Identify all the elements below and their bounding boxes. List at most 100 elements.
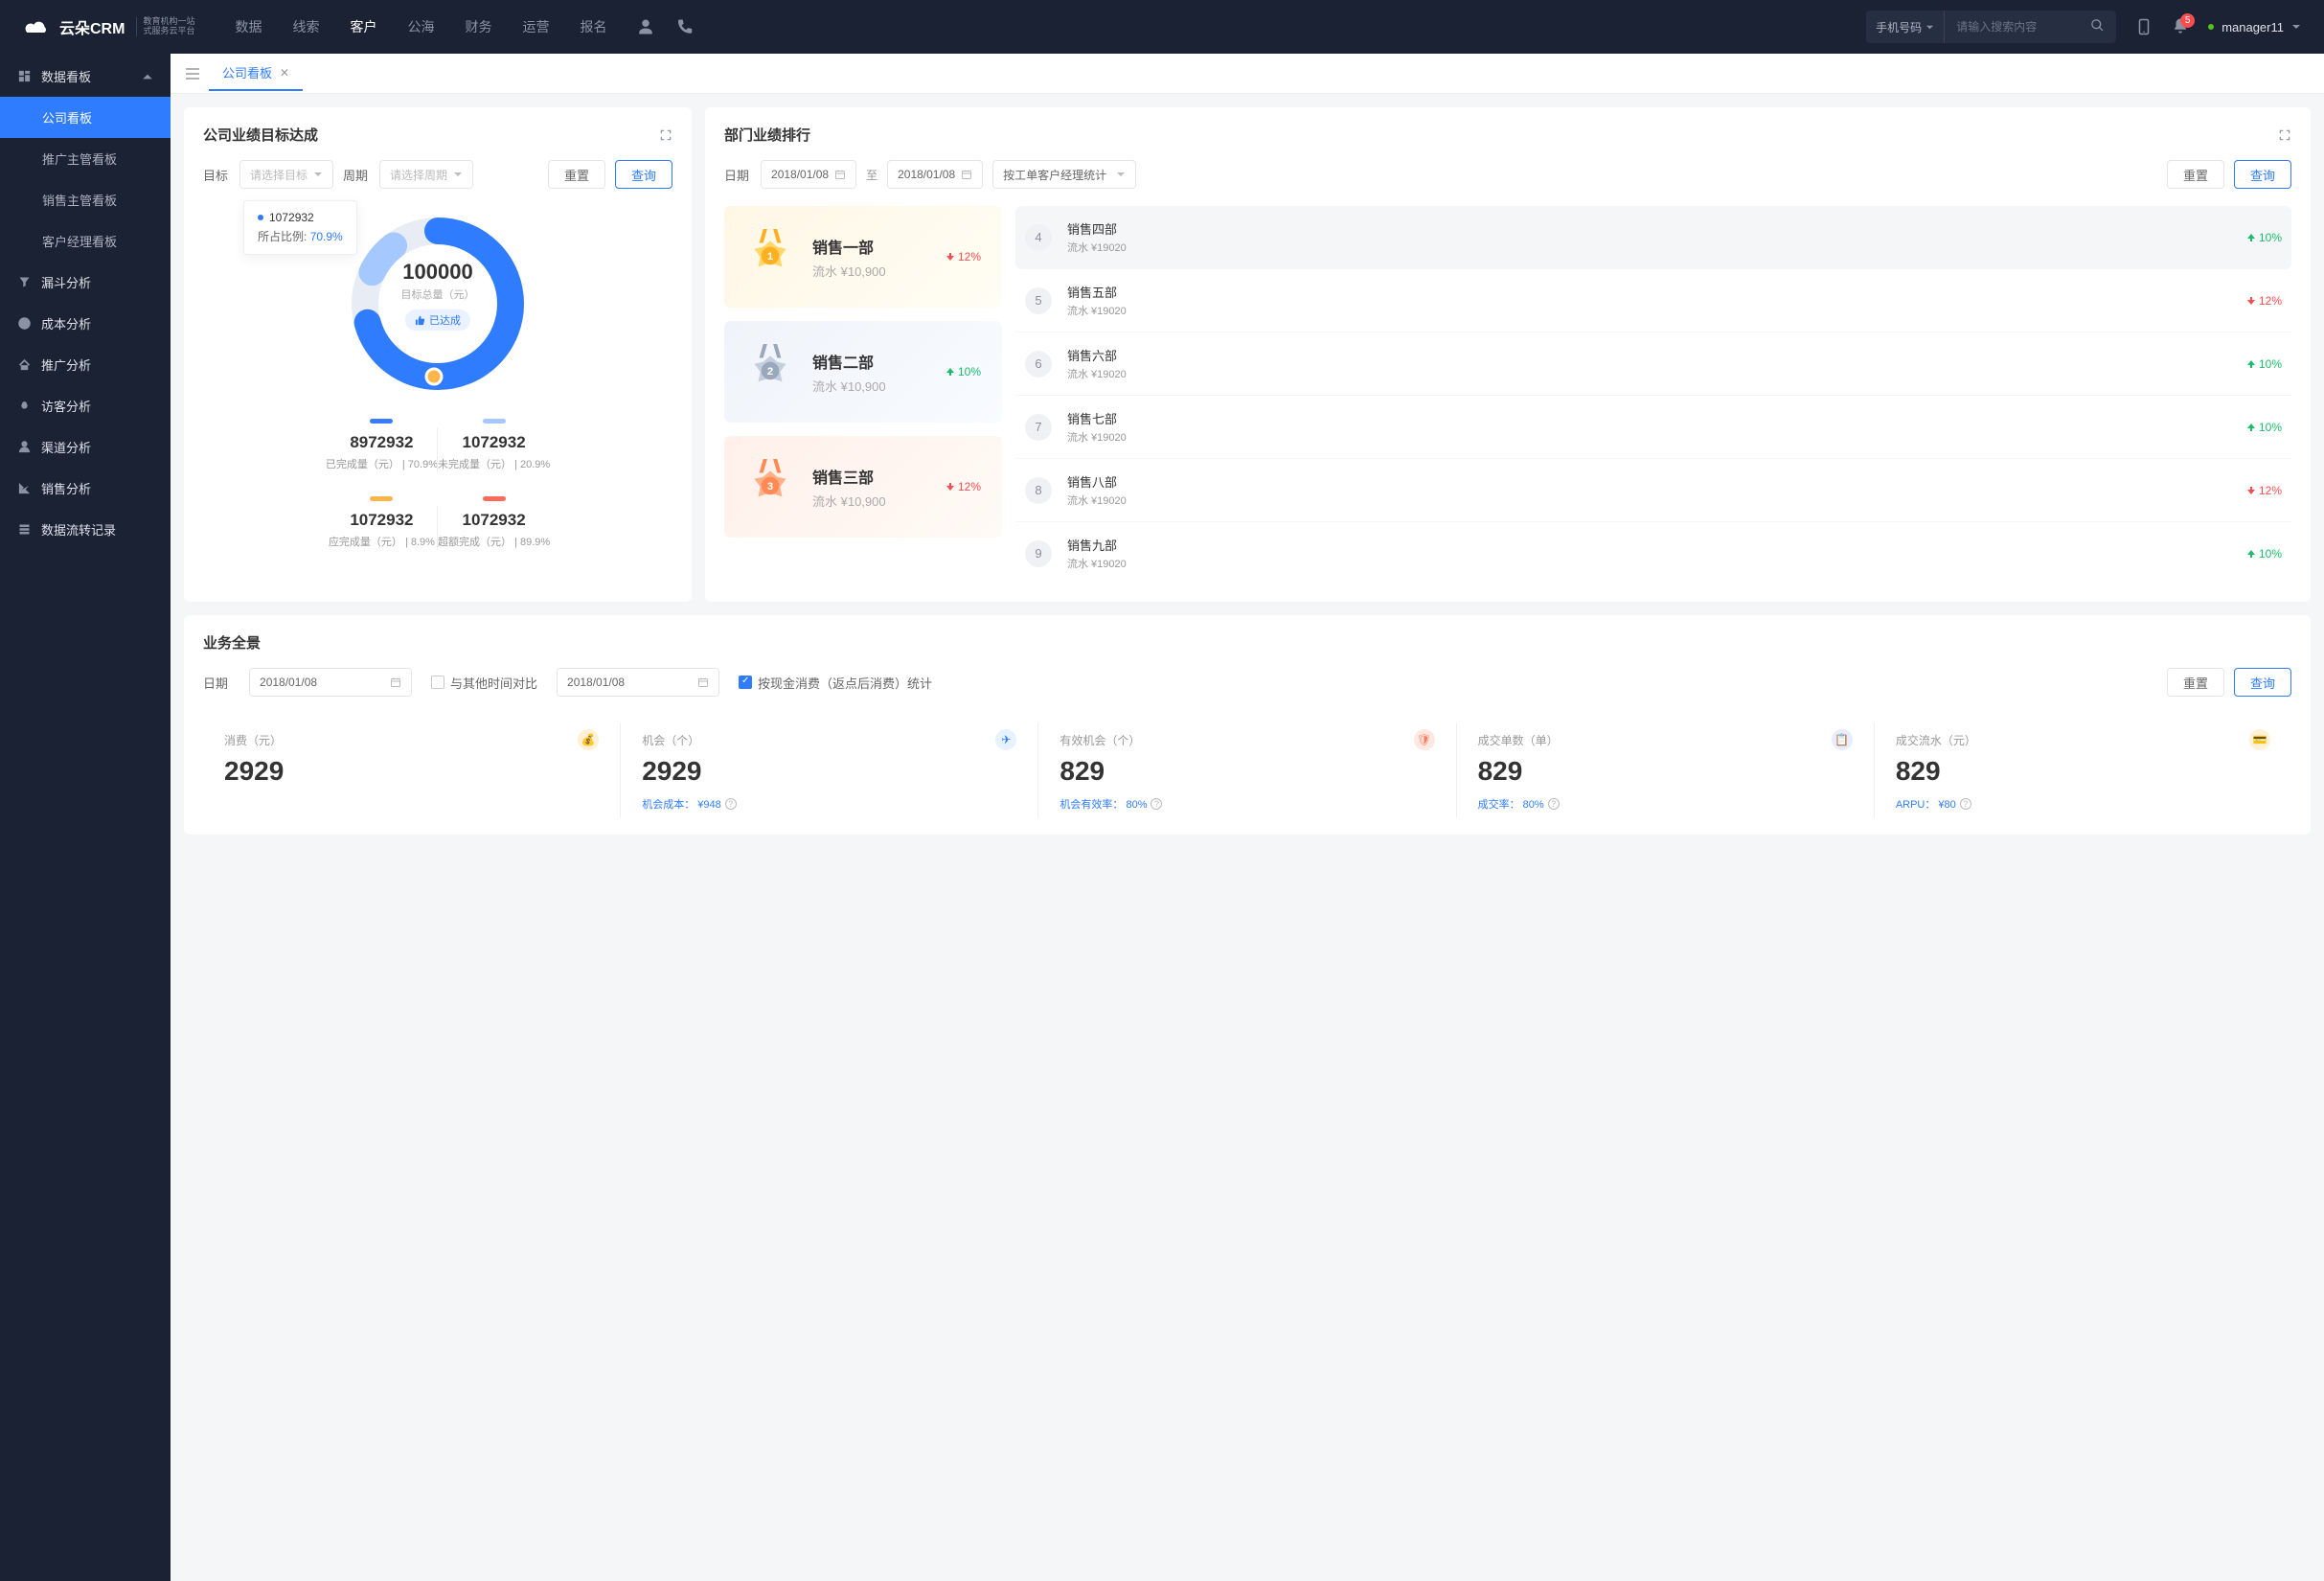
query-button[interactable]: 查询 [2234, 160, 2291, 189]
rank-row[interactable]: 8销售八部流水 ¥1902012% [1015, 459, 2291, 522]
stat-value: 829 [1896, 756, 2270, 787]
period-select[interactable]: 请选择周期 [379, 160, 473, 189]
rank-row[interactable]: 9销售九部流水 ¥1902010% [1015, 522, 2291, 584]
query-button[interactable]: 查询 [2234, 668, 2291, 697]
overview-date1[interactable]: 2018/01/08 [249, 668, 412, 697]
stat-value: 2929 [642, 756, 1016, 787]
overview-stat: 成交单数（单）📋829成交率： 80%? [1457, 723, 1875, 817]
stat-icon: 💳 [2249, 729, 2270, 750]
medal-icon: 1 [745, 229, 795, 285]
nav-item[interactable]: 数据 [233, 11, 263, 42]
stat-by-select[interactable]: 按工单客户经理统计 [992, 160, 1136, 189]
sidebar-item[interactable]: 成本分析 [0, 303, 171, 344]
help-icon[interactable]: ? [1960, 798, 1971, 810]
rank-number: 9 [1025, 540, 1052, 567]
sidebar-item[interactable]: 推广主管看板 [0, 138, 171, 179]
rank-body: 1销售一部流水 ¥10,90012% 2销售二部流水 ¥10,90010% 3销售三… [724, 206, 2291, 584]
rank-number: 7 [1025, 414, 1052, 441]
stat-icon: 🛡 [1414, 729, 1435, 750]
sidebar-item[interactable]: 渠道分析 [0, 426, 171, 468]
overview-stats: 消费（元）💰2929机会（个）✈2929机会成本： ¥948?有效机会（个）🛡8… [203, 723, 2291, 817]
expand-icon[interactable] [2278, 128, 2291, 142]
nav-item[interactable]: 报名 [578, 11, 608, 42]
thumbs-up-icon [415, 315, 425, 326]
donut-center: 100000 目标总量（元） 已达成 [401, 260, 475, 331]
top-header: 云朵CRM 教育机构一站 式服务云平台 数据线索客户公海财务运营报名 手机号码 … [0, 0, 2324, 54]
rank-top-item[interactable]: 3销售三部流水 ¥10,90012% [724, 436, 1002, 538]
rank-filters: 日期 2018/01/08 至 2018/01/08 按工单客户经理统计 [724, 160, 2291, 189]
sidebar-group-header[interactable]: 数据看板 [0, 56, 171, 97]
rank-row[interactable]: 7销售七部流水 ¥1902010% [1015, 396, 2291, 459]
nav-item[interactable]: 运营 [520, 11, 551, 42]
stat-label: 机会（个） [642, 732, 699, 748]
rank-top-item[interactable]: 2销售二部流水 ¥10,90010% [724, 321, 1002, 423]
date-from[interactable]: 2018/01/08 [761, 160, 856, 189]
rank-number: 4 [1025, 224, 1052, 251]
help-icon[interactable]: ? [1548, 798, 1560, 810]
nav-item[interactable]: 客户 [348, 11, 378, 42]
menu-item-icon [17, 357, 32, 372]
rank-row[interactable]: 4销售四部流水 ¥1902010% [1015, 206, 2291, 269]
chevron-down-icon [313, 170, 323, 179]
chevron-down-icon [1925, 23, 1934, 32]
rank-row[interactable]: 6销售六部流水 ¥1902010% [1015, 332, 2291, 396]
compare-checkbox[interactable]: 与其他时间对比 [431, 674, 537, 692]
reset-button[interactable]: 重置 [2167, 160, 2224, 189]
card-overview: 业务全景 日期 2018/01/08 与其他时间对比 2018/01/08 [184, 615, 2311, 835]
sidebar-item[interactable]: 公司看板 [0, 97, 171, 138]
checkbox-icon [739, 676, 752, 689]
stat-value: 829 [1059, 756, 1434, 787]
phone-icon[interactable] [675, 18, 693, 35]
search-button[interactable] [2079, 18, 2116, 35]
query-button[interactable]: 查询 [615, 160, 672, 189]
label-period: 周期 [343, 166, 368, 184]
notification-bell[interactable]: 5 [2172, 17, 2189, 37]
stat-icon: 💰 [578, 729, 599, 750]
sidebar-item[interactable]: 销售分析 [0, 468, 171, 509]
help-icon[interactable]: ? [725, 798, 737, 810]
label-target: 目标 [203, 166, 228, 184]
cash-checkbox[interactable]: 按现金消费（返点后消费）统计 [739, 674, 932, 692]
overview-filters: 日期 2018/01/08 与其他时间对比 2018/01/08 [203, 668, 2291, 697]
close-icon[interactable]: ✕ [280, 66, 289, 80]
search-type-select[interactable]: 手机号码 [1866, 11, 1945, 43]
nav-item[interactable]: 财务 [463, 11, 493, 42]
user-icon[interactable] [637, 18, 654, 35]
mobile-icon[interactable] [2135, 18, 2153, 35]
sidebar-item[interactable]: 访客分析 [0, 385, 171, 426]
sidebar-item[interactable]: 推广分析 [0, 344, 171, 385]
nav-item[interactable]: 线索 [290, 11, 321, 42]
nav-item[interactable]: 公海 [405, 11, 436, 42]
card-title: 业务全景 [203, 632, 261, 653]
rank-list: 4销售四部流水 ¥1902010%5销售五部流水 ¥1902012%6销售六部流… [1015, 206, 2291, 584]
sidebar-item[interactable]: 漏斗分析 [0, 262, 171, 303]
stat-item: 1072932应完成量（元） | 8.9% [326, 496, 438, 549]
logo[interactable]: 云朵CRM 教育机构一站 式服务云平台 [23, 15, 194, 38]
expand-icon[interactable] [659, 128, 672, 142]
rank-top-item[interactable]: 1销售一部流水 ¥10,90012% [724, 206, 1002, 308]
user-menu[interactable]: manager11 [2208, 20, 2301, 34]
stat-sub: 成交率： 80%? [1478, 796, 1853, 812]
sidebar-toggle[interactable] [180, 61, 205, 86]
stat-sub: 机会成本： ¥948? [642, 796, 1016, 812]
reset-button[interactable]: 重置 [548, 160, 605, 189]
logo-subtitle: 教育机构一站 式服务云平台 [136, 17, 194, 36]
sidebar-item[interactable]: 客户经理看板 [0, 220, 171, 262]
rank-row[interactable]: 5销售五部流水 ¥1902012% [1015, 269, 2291, 332]
stat-sub: ARPU： ¥80? [1896, 796, 2270, 812]
sidebar-group-dashboard: 数据看板 公司看板推广主管看板销售主管看板客户经理看板 [0, 56, 171, 262]
sidebar-item[interactable]: 数据流转记录 [0, 509, 171, 550]
stat-item: 8972932已完成量（元） | 70.9% [326, 419, 438, 471]
search-input[interactable] [1945, 20, 2079, 34]
date-to[interactable]: 2018/01/08 [887, 160, 983, 189]
stat-label: 成交单数（单） [1478, 732, 1559, 748]
reset-button[interactable]: 重置 [2167, 668, 2224, 697]
tab-company-board[interactable]: 公司看板 ✕ [209, 56, 303, 91]
sidebar-item[interactable]: 销售主管看板 [0, 179, 171, 220]
target-select[interactable]: 请选择目标 [239, 160, 333, 189]
label-date: 日期 [724, 166, 749, 184]
main: 公司看板 ✕ 公司业绩目标达成 目标 请选择目标 [171, 54, 2324, 1581]
help-icon[interactable]: ? [1151, 798, 1162, 810]
stat-value: 2929 [224, 756, 599, 787]
overview-date2[interactable]: 2018/01/08 [557, 668, 719, 697]
